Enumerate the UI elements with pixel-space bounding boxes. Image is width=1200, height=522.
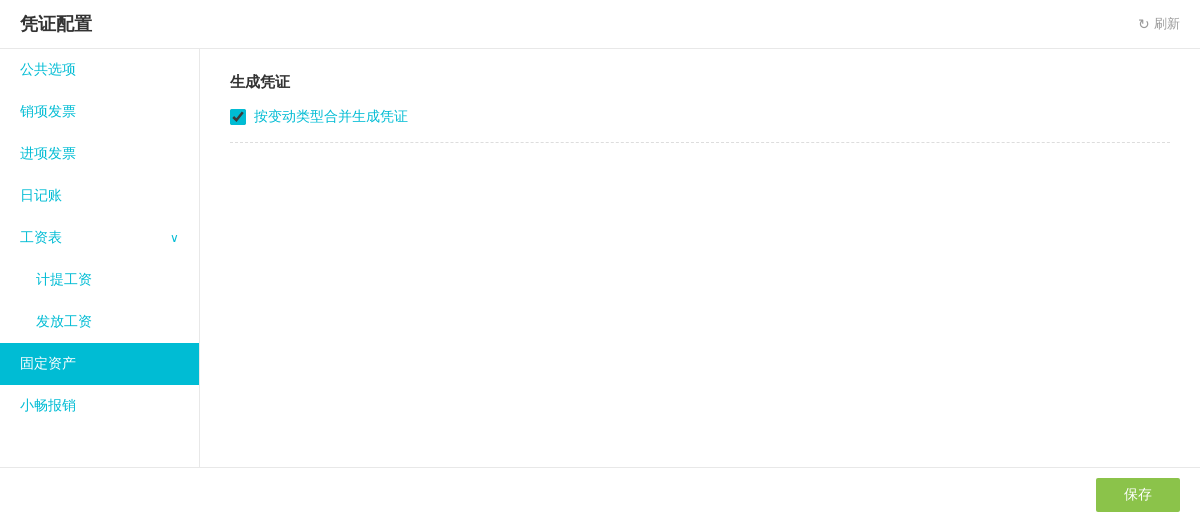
sidebar-item-purchase-invoice[interactable]: 进项发票: [0, 133, 199, 175]
refresh-button[interactable]: ↻ 刷新: [1138, 15, 1180, 33]
checkbox-row: 按变动类型合并生成凭证: [230, 108, 1170, 126]
sidebar-label-distribute-payroll: 发放工资: [36, 313, 92, 331]
sidebar-label-accrual-payroll: 计提工资: [36, 271, 92, 289]
sidebar-item-payroll-table[interactable]: 工资表 ∨: [0, 217, 199, 259]
refresh-label: 刷新: [1154, 15, 1180, 33]
header: 凭证配置 ↻ 刷新: [0, 0, 1200, 49]
refresh-icon: ↻: [1138, 16, 1150, 32]
sidebar-label-purchase-invoice: 进项发票: [20, 145, 76, 163]
page-container: 凭证配置 ↻ 刷新 公共选项 销项发票 进项发票 日记账 工资表 ∨: [0, 0, 1200, 522]
sidebar-label-fixed-assets: 固定资产: [20, 355, 76, 373]
sidebar-item-expense-report[interactable]: 小畅报销: [0, 385, 199, 427]
save-button[interactable]: 保存: [1096, 478, 1180, 512]
sidebar-label-payroll-table: 工资表: [20, 229, 62, 247]
page-title: 凭证配置: [20, 12, 92, 36]
merge-type-checkbox[interactable]: [230, 109, 246, 125]
sidebar-item-public-options[interactable]: 公共选项: [0, 49, 199, 91]
section-divider: [230, 142, 1170, 143]
sidebar-item-accrual-payroll[interactable]: 计提工资: [0, 259, 199, 301]
footer: 保存: [0, 467, 1200, 522]
sidebar-item-journal[interactable]: 日记账: [0, 175, 199, 217]
main-layout: 公共选项 销项发票 进项发票 日记账 工资表 ∨ 计提工资 发放工资: [0, 49, 1200, 467]
section-title: 生成凭证: [230, 73, 1170, 92]
sidebar-label-journal: 日记账: [20, 187, 62, 205]
sidebar-label-sales-invoice: 销项发票: [20, 103, 76, 121]
sidebar-label-expense-report: 小畅报销: [20, 397, 76, 415]
sidebar-item-sales-invoice[interactable]: 销项发票: [0, 91, 199, 133]
content-area: 生成凭证 按变动类型合并生成凭证: [200, 49, 1200, 467]
sidebar-item-fixed-assets[interactable]: 固定资产: [0, 343, 199, 385]
merge-type-label[interactable]: 按变动类型合并生成凭证: [254, 108, 408, 126]
sidebar-label-public-options: 公共选项: [20, 61, 76, 79]
sidebar-item-distribute-payroll[interactable]: 发放工资: [0, 301, 199, 343]
chevron-down-icon: ∨: [170, 231, 179, 245]
sidebar: 公共选项 销项发票 进项发票 日记账 工资表 ∨ 计提工资 发放工资: [0, 49, 200, 467]
